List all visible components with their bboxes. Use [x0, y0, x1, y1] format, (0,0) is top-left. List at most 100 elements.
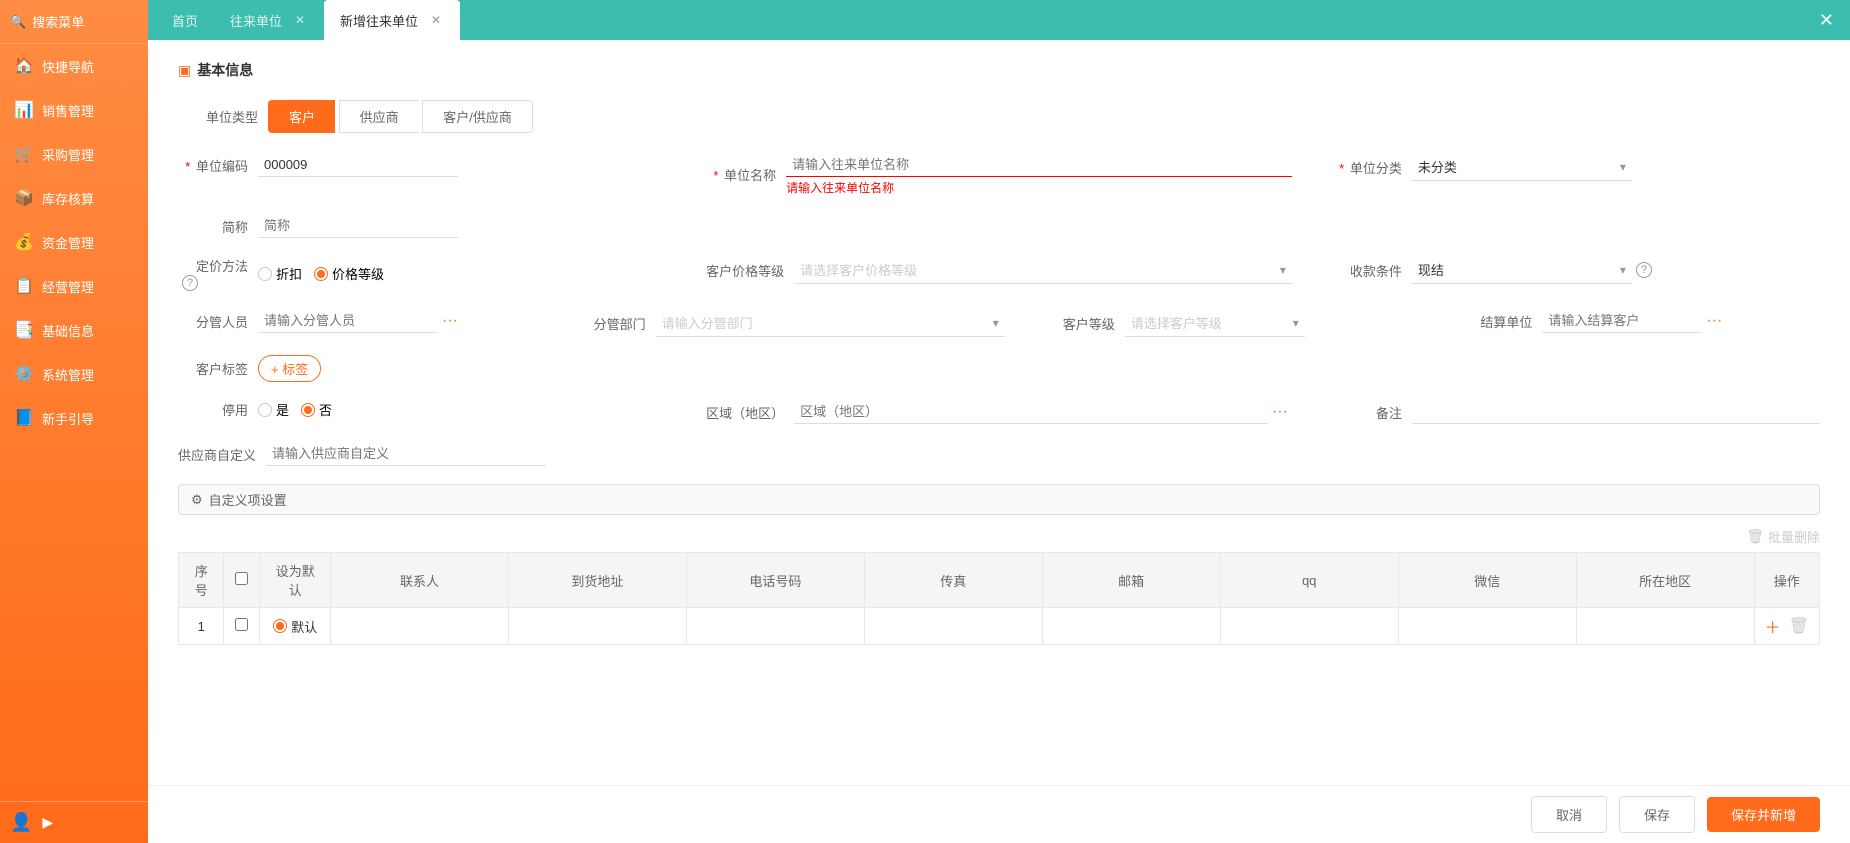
department-label: 分管部门 [576, 314, 656, 333]
radio-price-level-inner [317, 270, 325, 278]
sidebar-item-finance[interactable]: 💰 资金管理 [0, 220, 148, 264]
sidebar-item-purchase[interactable]: 🛒 采购管理 [0, 132, 148, 176]
row-add-btn[interactable]: ＋ [1765, 614, 1781, 638]
pricing-help-icon[interactable]: ? [182, 275, 198, 291]
wechat-input[interactable] [1409, 619, 1566, 634]
tab-home[interactable]: 首页 [156, 0, 214, 40]
sidebar-item-basics[interactable]: 📑 基础信息 [0, 308, 148, 352]
department-select[interactable]: 请输入分管部门 ▾ [656, 309, 1005, 337]
unit-category-select[interactable]: 未分类 ▾ [1412, 153, 1632, 181]
type-btn-supplier[interactable]: 供应商 [339, 100, 419, 133]
sidebar-item-sales[interactable]: 📊 销售管理 [0, 88, 148, 132]
phone-input[interactable] [697, 619, 854, 634]
region-input[interactable] [794, 400, 1268, 424]
field-remarks: 备注 [1332, 400, 1820, 424]
radio-disabled-yes-label: 是 [276, 400, 289, 419]
search-icon: 🔍 [10, 14, 26, 30]
cell-wechat[interactable] [1398, 608, 1576, 645]
email-input[interactable] [1053, 619, 1210, 634]
sidebar-expand-icon[interactable]: ▶ [42, 814, 53, 831]
supplier-custom-label: 供应商自定义 [178, 445, 266, 464]
type-btn-both[interactable]: 客户/供应商 [422, 100, 533, 133]
cell-checkbox [224, 608, 260, 645]
save-button[interactable]: 保存 [1619, 796, 1695, 833]
sidebar-item-inventory[interactable]: 📦 库存核算 [0, 176, 148, 220]
radio-disabled-yes[interactable]: 是 [258, 400, 289, 419]
cell-fax[interactable] [864, 608, 1042, 645]
cell-region[interactable] [1576, 608, 1754, 645]
cell-default: 默认 [260, 608, 331, 645]
customer-price-level-label: 客户价格等级 [706, 261, 794, 280]
table-row: 1 默认 [179, 608, 1820, 645]
settlement-unit-input[interactable] [1542, 309, 1702, 333]
sidebar-item-guide[interactable]: 📘 新手引导 [0, 396, 148, 440]
batch-delete-label[interactable]: 批量删除 [1768, 527, 1820, 546]
tab-new-contact[interactable]: 新增往来单位 ✕ [324, 0, 460, 40]
customer-level-placeholder: 请选择客户等级 [1131, 313, 1222, 332]
cell-phone[interactable] [686, 608, 864, 645]
settlement-unit-ellipsis[interactable]: ··· [1702, 312, 1726, 330]
sidebar-label-quick-nav: 快捷导航 [42, 57, 94, 76]
th-wechat: 微信 [1398, 553, 1576, 608]
payment-terms-select[interactable]: 现结 ▾ [1412, 256, 1632, 284]
tab-contacts-close[interactable]: ✕ [292, 12, 308, 28]
manager-input[interactable] [258, 309, 438, 333]
th-checkbox [224, 553, 260, 608]
custom-settings-button[interactable]: ⚙ 自定义项设置 [178, 484, 1820, 515]
radio-discount[interactable]: 折扣 [258, 264, 302, 283]
disabled-label: 停用 [178, 400, 258, 419]
tab-contacts-label: 往来单位 [230, 11, 282, 30]
cell-qq[interactable] [1220, 608, 1398, 645]
section-header: ▣ 基本信息 [178, 60, 1820, 80]
radio-price-level[interactable]: 价格等级 [314, 264, 384, 283]
payment-terms-label: 收款条件 [1332, 261, 1412, 280]
fax-input[interactable] [875, 619, 1032, 634]
payment-help-icon[interactable]: ? [1636, 262, 1652, 278]
cell-contact[interactable] [331, 608, 509, 645]
save-new-button[interactable]: 保存并新增 [1707, 797, 1820, 832]
unit-code-input[interactable] [258, 153, 458, 177]
tab-new-contact-close[interactable]: ✕ [428, 12, 444, 28]
type-btn-customer[interactable]: 客户 [268, 100, 335, 133]
custom-settings-label: 自定义项设置 [209, 490, 287, 509]
radio-disabled-no[interactable]: 否 [301, 400, 332, 419]
customer-level-arrow: ▾ [1293, 316, 1299, 330]
contact-input[interactable] [341, 619, 498, 634]
main-area: 首页 往来单位 ✕ 新增往来单位 ✕ ✕ ▣ 基本信息 单位类型 客户 供应商 … [148, 0, 1850, 843]
region-ellipsis[interactable]: ··· [1268, 403, 1292, 421]
row-default-radio[interactable] [273, 619, 287, 633]
cell-email[interactable] [1042, 608, 1220, 645]
manager-ellipsis-btn[interactable]: ··· [438, 312, 462, 330]
batch-delete-row: 🗑 批量删除 [178, 527, 1820, 546]
supplier-custom-input[interactable] [266, 442, 546, 466]
department-placeholder: 请输入分管部门 [662, 313, 753, 332]
th-address: 到货地址 [508, 553, 686, 608]
remarks-input[interactable] [1412, 400, 1820, 424]
cancel-button[interactable]: 取消 [1531, 796, 1607, 833]
form-row-7: 供应商自定义 [178, 442, 1820, 466]
sidebar-search-label: 搜索菜单 [32, 12, 84, 31]
short-name-input[interactable] [258, 214, 458, 238]
cell-address[interactable] [508, 608, 686, 645]
tab-contacts[interactable]: 往来单位 ✕ [214, 0, 324, 40]
window-close-button[interactable]: ✕ [1811, 10, 1842, 31]
sidebar-search[interactable]: 🔍 搜索菜单 [0, 0, 148, 44]
address-input[interactable] [519, 619, 676, 634]
sidebar-item-system[interactable]: ⚙️ 系统管理 [0, 352, 148, 396]
sidebar-item-operations[interactable]: 📋 经营管理 [0, 264, 148, 308]
th-fax: 传真 [864, 553, 1042, 608]
qq-input[interactable] [1231, 619, 1388, 634]
sidebar-label-finance: 资金管理 [42, 233, 94, 252]
customer-price-level-select[interactable]: 请选择客户价格等级 ▾ [794, 256, 1292, 284]
purchase-icon: 🛒 [14, 144, 34, 164]
table-select-all[interactable] [235, 572, 248, 585]
sidebar-item-quick-nav[interactable]: 🏠 快捷导航 [0, 44, 148, 88]
row-delete-btn[interactable]: 🗑 [1789, 616, 1809, 636]
field-customer-level: 客户等级 请选择客户等级 ▾ [1045, 309, 1403, 337]
row-region-input[interactable] [1587, 619, 1744, 634]
unit-name-input[interactable] [786, 153, 1292, 177]
finance-icon: 💰 [14, 232, 34, 252]
add-tag-button[interactable]: + 标签 [258, 355, 321, 382]
row-checkbox[interactable] [235, 618, 248, 631]
customer-level-select[interactable]: 请选择客户等级 ▾ [1125, 309, 1305, 337]
